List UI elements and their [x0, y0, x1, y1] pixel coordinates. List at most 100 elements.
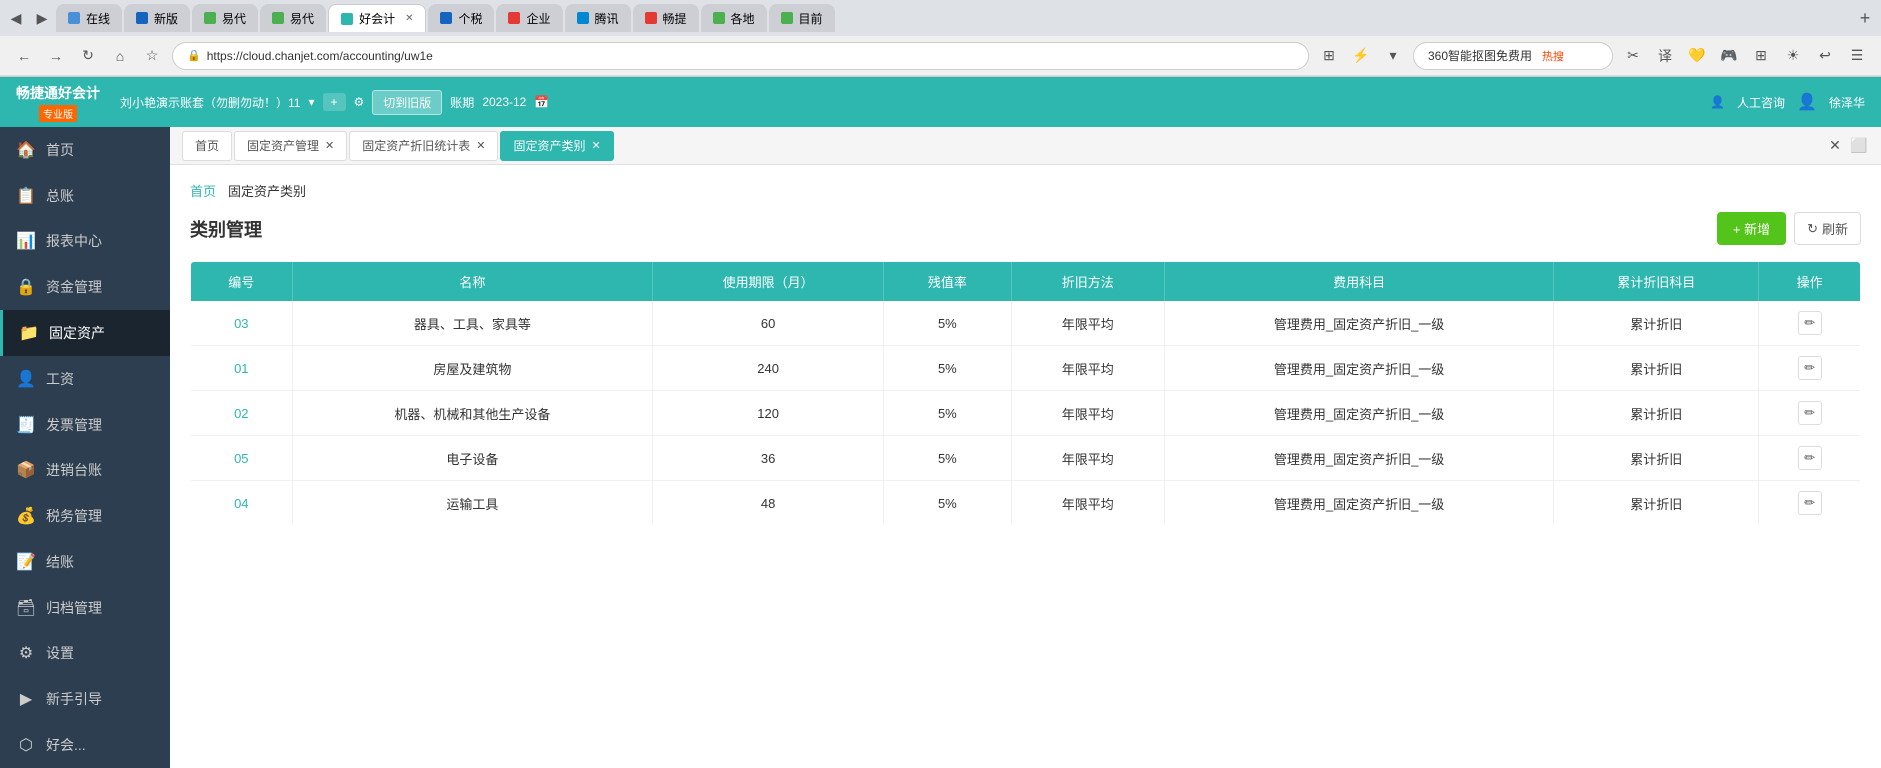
- table-cell-1-5: 管理费用_固定资产折旧_一级: [1164, 346, 1553, 391]
- table-cell-2-0[interactable]: 02: [191, 391, 293, 436]
- page-tab-close-btn[interactable]: ✕: [592, 139, 601, 152]
- table-cell-4-4: 年限平均: [1011, 481, 1164, 526]
- sidebar-item-settings[interactable]: ⚙设置: [0, 631, 170, 677]
- expand-btn[interactable]: ▾: [1381, 44, 1405, 68]
- sidebar-icon-report: 📊: [16, 231, 36, 251]
- browser-tab-t8[interactable]: 腾讯: [565, 4, 631, 32]
- forward-btn[interactable]: →: [44, 44, 68, 68]
- tab-favicon: [341, 13, 353, 25]
- search-box[interactable]: 360智能抠图免费用 热搜: [1413, 42, 1613, 70]
- sidebar-icon-inventory: 📦: [16, 460, 36, 480]
- table-cell-3-0[interactable]: 05: [191, 436, 293, 481]
- home-btn[interactable]: ⌂: [108, 44, 132, 68]
- table-cell-3-2: 36: [653, 436, 884, 481]
- add-account-btn[interactable]: +: [323, 93, 346, 111]
- add-btn[interactable]: + 新增: [1717, 212, 1786, 245]
- sidebar-item-archive[interactable]: 🗃归档管理: [0, 585, 170, 631]
- table-cell-0-4: 年限平均: [1011, 301, 1164, 346]
- sidebar-item-tax[interactable]: 💰税务管理: [0, 493, 170, 539]
- browser-tab-t3[interactable]: 易代: [192, 4, 258, 32]
- tab-close-btn[interactable]: ✕: [405, 13, 413, 24]
- breadcrumb-home[interactable]: 首页: [190, 181, 216, 200]
- sidebar-item-salary[interactable]: 👤工资: [0, 356, 170, 402]
- address-input[interactable]: 🔒 https://cloud.chanjet.com/accounting/u…: [172, 42, 1309, 70]
- browser-tab-t9[interactable]: 畅提: [633, 4, 699, 32]
- col-header-1: 名称: [292, 262, 652, 302]
- browser-new-tab-btn[interactable]: +: [1853, 6, 1877, 30]
- translate-btn[interactable]: 译: [1653, 44, 1677, 68]
- sidebar-item-settle[interactable]: 📝结账: [0, 539, 170, 585]
- logo-title: 畅捷通好会计: [16, 83, 100, 103]
- page-tab-fixed-mgmt[interactable]: 固定资产管理✕: [234, 131, 347, 161]
- table-cell-2-1: 机器、机械和其他生产设备: [292, 391, 652, 436]
- browser-tab-t4[interactable]: 易代: [260, 4, 326, 32]
- grid-btn[interactable]: ⊞: [1749, 44, 1773, 68]
- table-cell-4-0[interactable]: 04: [191, 481, 293, 526]
- sidebar-icon-fixed: 📁: [19, 323, 39, 343]
- sidebar-item-inventory[interactable]: 📦进销台账: [0, 447, 170, 493]
- customer-service-btn[interactable]: 人工咨询: [1737, 94, 1785, 111]
- browser-tab-t11[interactable]: 目前: [769, 4, 835, 32]
- wallet-btn[interactable]: 💛: [1685, 44, 1709, 68]
- table-cell-3-7[interactable]: ✏: [1759, 436, 1861, 481]
- user-avatar-icon: 👤: [1797, 92, 1817, 112]
- browser-tab-t10[interactable]: 各地: [701, 4, 767, 32]
- calendar-icon[interactable]: 📅: [534, 95, 549, 109]
- page-tab-close-btn[interactable]: ✕: [476, 139, 485, 152]
- browser-tab-t5[interactable]: 好会计✕: [328, 4, 426, 32]
- table-cell-1-0[interactable]: 01: [191, 346, 293, 391]
- edit-btn-1[interactable]: ✏: [1798, 356, 1822, 380]
- sidebar-item-report[interactable]: 📊报表中心: [0, 219, 170, 265]
- page-tab-fixed-cat[interactable]: 固定资产类别✕: [500, 131, 613, 161]
- sidebar-item-invoice[interactable]: 🧾发票管理: [0, 402, 170, 448]
- table-cell-0-0[interactable]: 03: [191, 301, 293, 346]
- browser-forward-btn[interactable]: ▶: [30, 6, 54, 30]
- table-cell-4-7[interactable]: ✏: [1759, 481, 1861, 526]
- table-cell-1-3: 5%: [884, 346, 1011, 391]
- back-btn[interactable]: ←: [12, 44, 36, 68]
- sidebar-item-home[interactable]: 🏠首页: [0, 127, 170, 173]
- page-tab-close-btn[interactable]: ✕: [325, 139, 334, 152]
- sidebar-item-fund[interactable]: 🔒资金管理: [0, 264, 170, 310]
- sidebar-icon-salary: 👤: [16, 369, 36, 389]
- brightness-btn[interactable]: ☀: [1781, 44, 1805, 68]
- edit-btn-3[interactable]: ✏: [1798, 446, 1822, 470]
- page-tab-fixed-depr[interactable]: 固定资产折旧统计表✕: [349, 131, 498, 161]
- table-cell-0-5: 管理费用_固定资产折旧_一级: [1164, 301, 1553, 346]
- undo-btn[interactable]: ↩: [1813, 44, 1837, 68]
- browser-tab-t7[interactable]: 企业: [496, 4, 562, 32]
- site-info-btn[interactable]: ⊞: [1317, 44, 1341, 68]
- switch-version-btn[interactable]: 切到旧版: [372, 90, 442, 115]
- sidebar-item-ledger[interactable]: 📋总账: [0, 173, 170, 219]
- bookmark-btn[interactable]: ☆: [140, 44, 164, 68]
- table-cell-3-4: 年限平均: [1011, 436, 1164, 481]
- settings-gear-icon[interactable]: ⚙: [354, 95, 365, 109]
- window-close-btn[interactable]: ✕: [1825, 136, 1845, 156]
- table-cell-1-7[interactable]: ✏: [1759, 346, 1861, 391]
- sidebar-item-fixed[interactable]: 📁固定资产: [0, 310, 170, 356]
- cut-btn[interactable]: ✂: [1621, 44, 1645, 68]
- dropdown-icon[interactable]: ▾: [308, 95, 314, 109]
- sidebar-item-more[interactable]: ⬡好会...: [0, 722, 170, 768]
- reload-btn[interactable]: ↻: [76, 44, 100, 68]
- tab-favicon: [645, 12, 657, 24]
- window-maximize-btn[interactable]: ⬜: [1849, 136, 1869, 156]
- menu-btn[interactable]: ☰: [1845, 44, 1869, 68]
- table-cell-2-4: 年限平均: [1011, 391, 1164, 436]
- browser-tab-t6[interactable]: 个税: [428, 4, 494, 32]
- table-cell-2-7[interactable]: ✏: [1759, 391, 1861, 436]
- game-btn[interactable]: 🎮: [1717, 44, 1741, 68]
- sidebar-item-guide[interactable]: ▶新手引导: [0, 676, 170, 722]
- refresh-btn[interactable]: ↻ 刷新: [1794, 212, 1861, 245]
- table-cell-0-7[interactable]: ✏: [1759, 301, 1861, 346]
- table-cell-0-1: 器具、工具、家具等: [292, 301, 652, 346]
- power-btn[interactable]: ⚡: [1349, 44, 1373, 68]
- browser-tab-t1[interactable]: 在线: [56, 4, 122, 32]
- browser-back-btn[interactable]: ◀: [4, 6, 28, 30]
- browser-tab-t2[interactable]: 新版: [124, 4, 190, 32]
- sidebar-icon-archive: 🗃: [16, 598, 36, 618]
- edit-btn-0[interactable]: ✏: [1798, 311, 1822, 335]
- edit-btn-4[interactable]: ✏: [1798, 491, 1822, 515]
- edit-btn-2[interactable]: ✏: [1798, 401, 1822, 425]
- page-tab-home[interactable]: 首页: [182, 131, 232, 161]
